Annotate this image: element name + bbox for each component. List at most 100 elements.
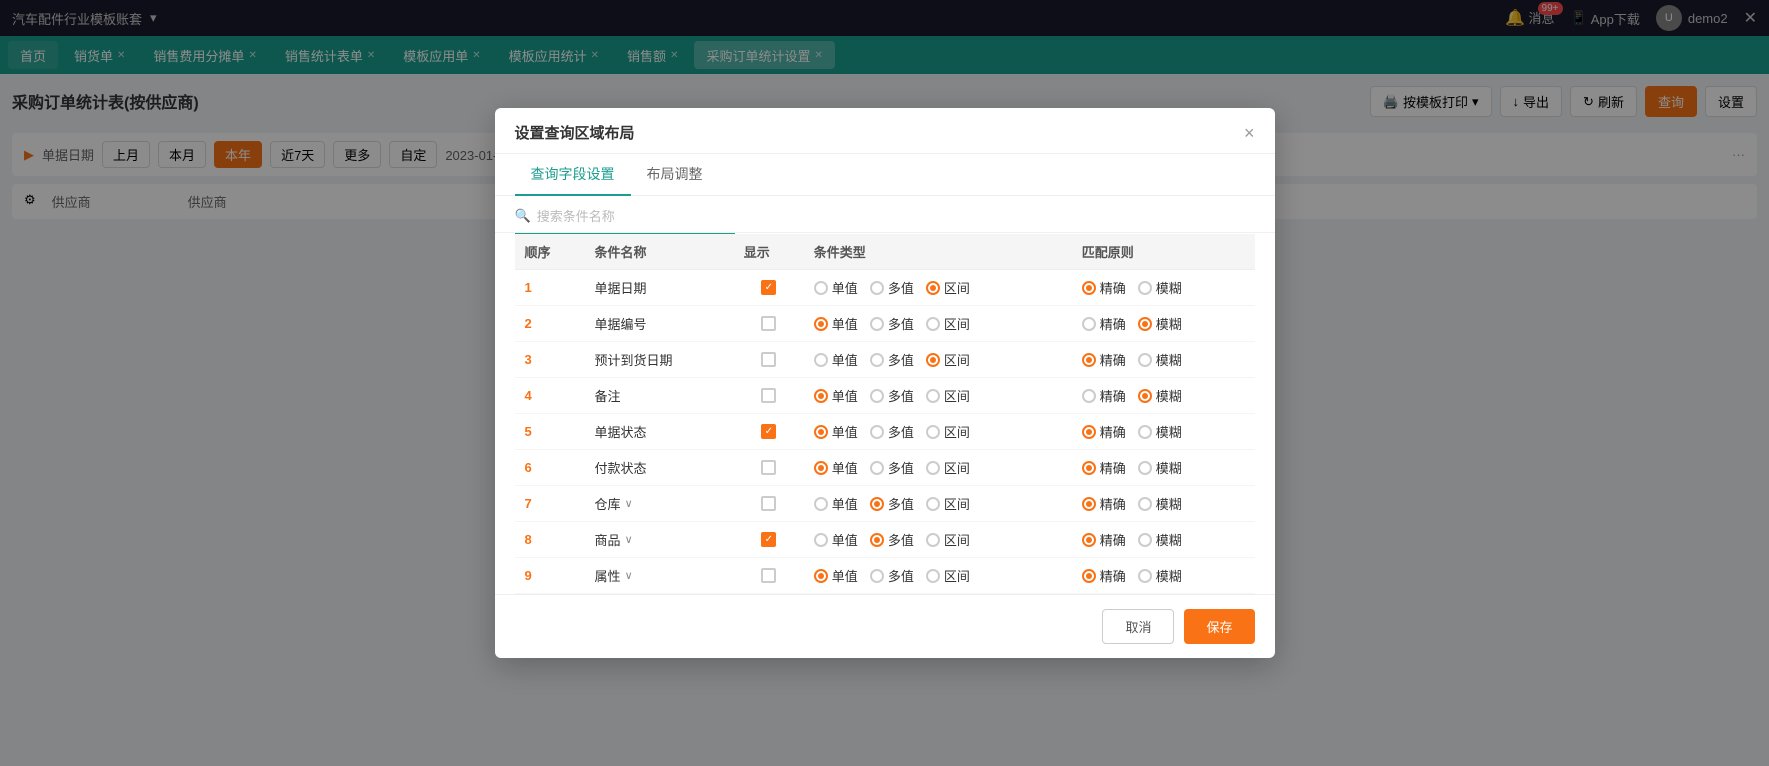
cell-display [734,522,804,558]
cell-match-rule: 精确模糊 [1072,378,1255,414]
radio-match-精确[interactable]: 精确 [1082,494,1126,513]
display-checkbox[interactable] [761,388,776,403]
radio-type-单值[interactable]: 单值 [814,530,858,549]
radio-match-模糊[interactable]: 模糊 [1138,530,1182,549]
radio-match-精确[interactable]: 精确 [1082,386,1126,405]
tab-query-fields[interactable]: 查询字段设置 [515,154,631,196]
cell-condition-type: 单值多值区间 [804,306,1072,342]
radio-match-精确[interactable]: 精确 [1082,422,1126,441]
radio-type-多值[interactable]: 多值 [870,278,914,297]
dialog-close-btn[interactable]: × [1244,124,1255,142]
table-row: 5单据状态 单值多值区间 精确模糊 [515,414,1255,450]
cell-order: 1 [515,270,585,306]
save-button[interactable]: 保存 [1184,609,1254,644]
radio-match-精确[interactable]: 精确 [1082,278,1126,297]
table-row: 3 预计到货日期 单值多值区间 精确模糊 [515,342,1255,378]
radio-match-精确[interactable]: 精确 [1082,314,1126,333]
radio-match-模糊[interactable]: 模糊 [1138,458,1182,477]
radio-match-模糊[interactable]: 模糊 [1138,314,1182,333]
cell-match-rule: 精确模糊 [1072,342,1255,378]
tab-layout-adjust[interactable]: 布局调整 [631,154,719,196]
radio-match-精确[interactable]: 精确 [1082,566,1126,585]
radio-type-单值[interactable]: 单值 [814,278,858,297]
cell-match-rule: 精确模糊 [1072,414,1255,450]
condition-name-text: 单据编号 [595,314,647,333]
condition-name-text: 预计到货日期 [595,350,673,369]
th-type: 条件类型 [804,234,1072,270]
radio-match-模糊[interactable]: 模糊 [1138,422,1182,441]
radio-type-区间[interactable]: 区间 [926,458,970,477]
radio-match-模糊[interactable]: 模糊 [1138,278,1182,297]
radio-match-精确[interactable]: 精确 [1082,458,1126,477]
display-checkbox[interactable] [761,568,776,583]
radio-match-精确[interactable]: 精确 [1082,530,1126,549]
chevron-down-icon[interactable]: ∨ [625,497,633,510]
th-order: 顺序 [515,234,585,270]
order-number: 3 [525,352,532,367]
radio-type-多值[interactable]: 多值 [870,314,914,333]
display-checkbox[interactable] [761,280,776,295]
radio-type-多值[interactable]: 多值 [870,530,914,549]
dialog-tabs: 查询字段设置 布局调整 [495,154,1275,196]
cell-condition-name: 单据状态 [585,414,734,450]
radio-match-精确[interactable]: 精确 [1082,350,1126,369]
cell-order: 7 [515,486,585,522]
radio-type-区间[interactable]: 区间 [926,494,970,513]
radio-type-多值[interactable]: 多值 [870,350,914,369]
th-display: 显示 [734,234,804,270]
cancel-button[interactable]: 取消 [1102,609,1174,644]
display-checkbox[interactable] [761,460,776,475]
radio-match-模糊[interactable]: 模糊 [1138,494,1182,513]
cell-match-rule: 精确模糊 [1072,450,1255,486]
cell-order: 5 [515,414,585,450]
radio-type-区间[interactable]: 区间 [926,386,970,405]
radio-type-区间[interactable]: 区间 [926,566,970,585]
condition-name-text: 单据日期 [595,278,647,297]
display-checkbox[interactable] [761,316,776,331]
cell-condition-type: 单值多值区间 [804,486,1072,522]
cell-condition-name: 备注 [585,378,734,414]
display-checkbox[interactable] [761,532,776,547]
display-checkbox[interactable] [761,496,776,511]
radio-type-区间[interactable]: 区间 [926,314,970,333]
condition-name-text: 仓库 [595,494,621,513]
radio-match-模糊[interactable]: 模糊 [1138,566,1182,585]
display-checkbox[interactable] [761,352,776,367]
radio-type-单值[interactable]: 单值 [814,458,858,477]
radio-type-多值[interactable]: 多值 [870,494,914,513]
radio-type-单值[interactable]: 单值 [814,422,858,441]
radio-type-多值[interactable]: 多值 [870,422,914,441]
radio-type-区间[interactable]: 区间 [926,530,970,549]
radio-type-单值[interactable]: 单值 [814,386,858,405]
radio-match-模糊[interactable]: 模糊 [1138,350,1182,369]
radio-type-区间[interactable]: 区间 [926,422,970,441]
cell-condition-name: 预计到货日期 [585,342,734,378]
radio-type-多值[interactable]: 多值 [870,386,914,405]
radio-type-多值[interactable]: 多值 [870,566,914,585]
radio-type-区间[interactable]: 区间 [926,350,970,369]
radio-type-单值[interactable]: 单值 [814,314,858,333]
radio-type-单值[interactable]: 单值 [814,566,858,585]
modal-overlay: 设置查询区域布局 × 查询字段设置 布局调整 🔍 顺序 条件名称 [0,0,1769,766]
display-checkbox[interactable] [761,424,776,439]
radio-match-模糊[interactable]: 模糊 [1138,386,1182,405]
radio-type-单值[interactable]: 单值 [814,350,858,369]
cell-order: 2 [515,306,585,342]
radio-type-多值[interactable]: 多值 [870,458,914,477]
radio-type-单值[interactable]: 单值 [814,494,858,513]
search-input[interactable] [537,209,737,224]
order-number: 8 [525,532,532,547]
cell-display [734,414,804,450]
order-number: 9 [525,568,532,583]
dialog-table-wrap: 顺序 条件名称 显示 条件类型 匹配原则 1单据日期单值多值区间精确模糊2单据编… [495,234,1275,594]
cell-match-rule: 精确模糊 [1072,486,1255,522]
condition-name-text: 属性 [595,566,621,585]
cell-condition-type: 单值多值区间 [804,378,1072,414]
cell-order: 4 [515,378,585,414]
chevron-down-icon[interactable]: ∨ [625,569,633,582]
order-number: 4 [525,388,532,403]
cell-order: 3 [515,342,585,378]
chevron-down-icon[interactable]: ∨ [625,533,633,546]
table-header-row: 顺序 条件名称 显示 条件类型 匹配原则 [515,234,1255,270]
radio-type-区间[interactable]: 区间 [926,278,970,297]
